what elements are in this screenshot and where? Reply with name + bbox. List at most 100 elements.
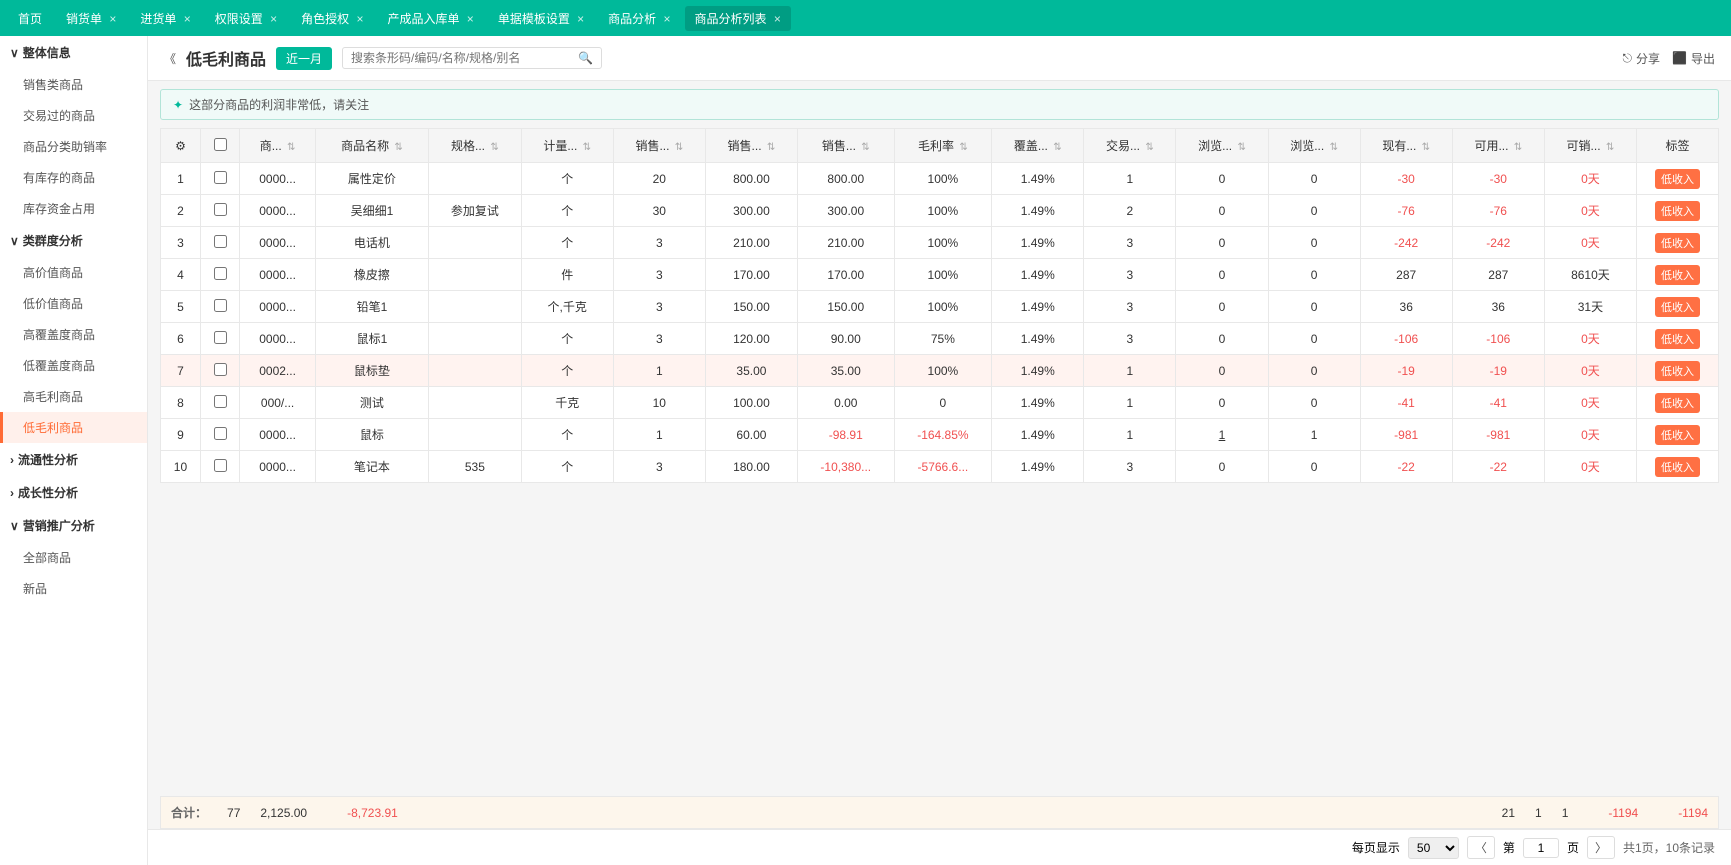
close-icon[interactable]: × — [184, 12, 191, 26]
next-page-btn[interactable]: 〉 — [1587, 836, 1615, 859]
nav-product-inbound[interactable]: 产成品入库单 × — [377, 6, 483, 31]
close-icon[interactable]: × — [467, 12, 474, 26]
sidebar-item-all-goods[interactable]: 全部商品 — [0, 542, 147, 573]
table-cell[interactable] — [200, 259, 239, 291]
row-checkbox[interactable] — [214, 299, 227, 312]
table-cell: 1.49% — [992, 163, 1084, 195]
nav-purchase-order[interactable]: 进货单 × — [130, 6, 200, 31]
th-checkbox[interactable] — [200, 129, 239, 163]
table-cell: 3 — [613, 291, 705, 323]
row-checkbox[interactable] — [214, 459, 227, 472]
close-icon[interactable]: × — [270, 12, 277, 26]
table-cell[interactable] — [200, 195, 239, 227]
close-icon[interactable]: × — [774, 12, 781, 26]
filter-recent-month-btn[interactable]: 近一月 — [276, 47, 332, 70]
nav-product-analysis-list[interactable]: 商品分析列表 × — [685, 6, 791, 31]
table-cell[interactable]: 低收入 — [1636, 323, 1718, 355]
table-cell: 180.00 — [705, 451, 797, 483]
table-cell: 0天 — [1544, 195, 1636, 227]
table-cell[interactable]: 低收入 — [1636, 163, 1718, 195]
nav-template-settings[interactable]: 单据模板设置 × — [488, 6, 594, 31]
table-cell[interactable] — [200, 163, 239, 195]
sidebar-item-traded-goods[interactable]: 交易过的商品 — [0, 100, 147, 131]
table-cell[interactable]: 低收入 — [1636, 419, 1718, 451]
page-input[interactable] — [1523, 838, 1559, 858]
nav-product-analysis[interactable]: 商品分析 × — [598, 6, 680, 31]
table-cell[interactable]: 低收入 — [1636, 195, 1718, 227]
table-cell[interactable]: 低收入 — [1636, 259, 1718, 291]
table-cell[interactable] — [200, 451, 239, 483]
th-settings[interactable]: ⚙ — [161, 129, 201, 163]
table-cell: -19 — [1360, 355, 1452, 387]
table-cell: 0 — [894, 387, 992, 419]
nav-sales-order[interactable]: 销货单 × — [56, 6, 126, 31]
row-checkbox[interactable] — [214, 427, 227, 440]
table-cell[interactable]: 低收入 — [1636, 227, 1718, 259]
table-cell: 4 — [161, 259, 201, 291]
row-checkbox[interactable] — [214, 267, 227, 280]
prev-page-btn[interactable]: 〈 — [1467, 836, 1495, 859]
sidebar-item-low-coverage[interactable]: 低覆盖度商品 — [0, 350, 147, 381]
search-icon[interactable]: 🔍 — [578, 51, 593, 65]
search-input[interactable] — [351, 51, 574, 65]
table-cell: 1 — [1084, 163, 1176, 195]
sidebar-item-high-margin[interactable]: 高毛利商品 — [0, 381, 147, 412]
table-cell[interactable]: 低收入 — [1636, 451, 1718, 483]
export-btn[interactable]: ⬛ 导出 — [1672, 50, 1715, 67]
table-cell[interactable] — [200, 387, 239, 419]
table-cell[interactable] — [200, 419, 239, 451]
sidebar-group-overall-label: 整体信息 — [23, 44, 71, 61]
row-checkbox[interactable] — [214, 363, 227, 376]
table-cell[interactable] — [200, 323, 239, 355]
table-cell[interactable] — [200, 291, 239, 323]
close-icon[interactable]: × — [109, 12, 116, 26]
close-icon[interactable]: × — [577, 12, 584, 26]
sidebar-item-new-goods[interactable]: 新品 — [0, 573, 147, 604]
page-size-select[interactable]: 50 100 200 — [1408, 837, 1459, 859]
table-cell[interactable] — [200, 227, 239, 259]
row-checkbox[interactable] — [214, 235, 227, 248]
sidebar-item-high-value[interactable]: 高价值商品 — [0, 257, 147, 288]
row-checkbox[interactable] — [214, 395, 227, 408]
row-checkbox[interactable] — [214, 203, 227, 216]
select-all-checkbox[interactable] — [214, 138, 227, 151]
sidebar-group-growth[interactable]: › 成长性分析 — [0, 476, 147, 509]
sidebar-group-circulation[interactable]: › 流通性分析 — [0, 443, 147, 476]
table-wrapper: ⚙ 商... ⇅ 商品名称 ⇅ 规格... ⇅ 计量... ⇅ 销售... ⇅ … — [160, 128, 1719, 788]
nav-role-auth[interactable]: 角色授权 × — [291, 6, 373, 31]
table-cell: 千克 — [521, 387, 613, 419]
tag-badge: 低收入 — [1655, 297, 1700, 317]
sidebar-item-sales-goods[interactable]: 销售类商品 — [0, 69, 147, 100]
page-label: 第 — [1503, 839, 1515, 856]
table-cell[interactable]: 低收入 — [1636, 355, 1718, 387]
table-cell: 0000... — [240, 291, 315, 323]
table-cell: 100% — [894, 227, 992, 259]
table-cell[interactable] — [200, 355, 239, 387]
nav-permission-settings[interactable]: 权限设置 × — [205, 6, 287, 31]
sidebar: ∨ 整体信息 销售类商品 交易过的商品 商品分类助销率 有库存的商品 库存资金占… — [0, 36, 148, 865]
sidebar-item-category-sales[interactable]: 商品分类助销率 — [0, 131, 147, 162]
sidebar-item-low-margin[interactable]: 低毛利商品 — [0, 412, 147, 443]
sidebar-item-low-value[interactable]: 低价值商品 — [0, 288, 147, 319]
row-checkbox[interactable] — [214, 171, 227, 184]
table-cell: 3 — [613, 451, 705, 483]
sidebar-group-overall[interactable]: ∨ 整体信息 — [0, 36, 147, 69]
close-icon[interactable]: × — [356, 12, 363, 26]
table-cell[interactable]: 低收入 — [1636, 291, 1718, 323]
page-header: 《 低毛利商品 近一月 🔍 ⎋ 分享 ⬛ 导出 — [148, 36, 1731, 81]
table-cell[interactable]: 低收入 — [1636, 387, 1718, 419]
sidebar-collapse-btn[interactable]: 《 — [164, 50, 176, 67]
sidebar-item-in-stock[interactable]: 有库存的商品 — [0, 162, 147, 193]
nav-home[interactable]: 首页 — [8, 6, 52, 31]
sidebar-group-cluster[interactable]: ∨ 类群度分析 — [0, 224, 147, 257]
table-cell[interactable]: 1 — [1176, 419, 1268, 451]
table-cell: -41 — [1452, 387, 1544, 419]
row-checkbox[interactable] — [214, 331, 227, 344]
share-btn[interactable]: ⎋ 分享 — [1623, 50, 1661, 67]
sidebar-item-capital-usage[interactable]: 库存资金占用 — [0, 193, 147, 224]
total-info: 共1页，10条记录 — [1623, 839, 1715, 856]
table-cell: 0000... — [240, 419, 315, 451]
close-icon[interactable]: × — [664, 12, 671, 26]
sidebar-group-marketing[interactable]: ∨ 营销推广分析 — [0, 509, 147, 542]
sidebar-item-high-coverage[interactable]: 高覆盖度商品 — [0, 319, 147, 350]
